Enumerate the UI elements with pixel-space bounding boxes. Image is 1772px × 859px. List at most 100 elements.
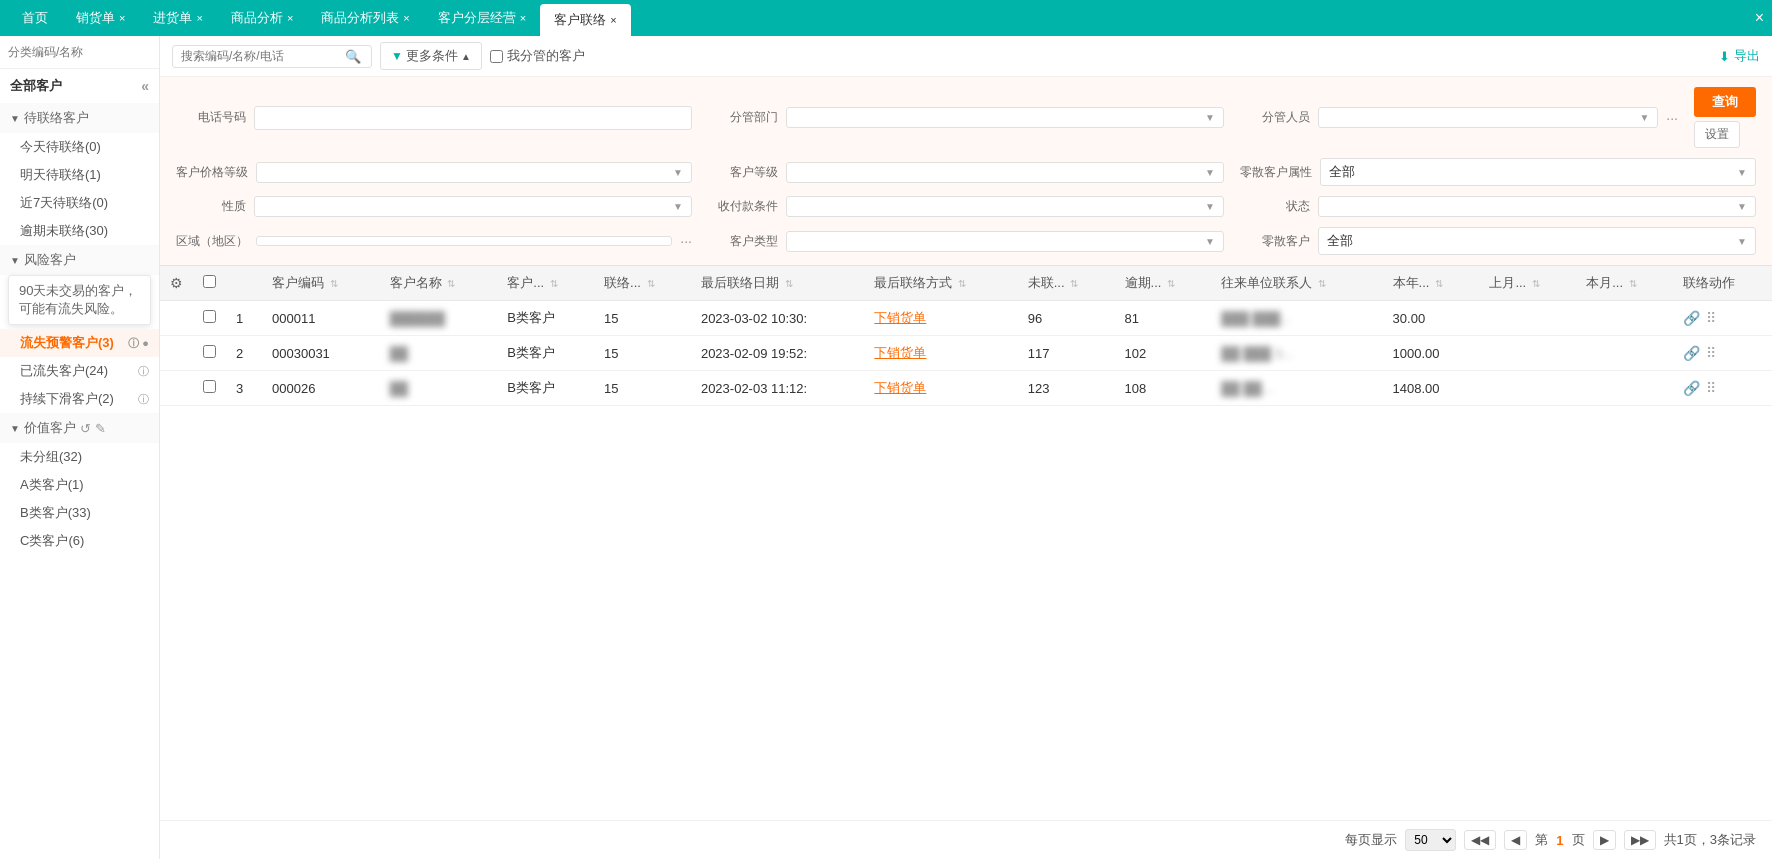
filter-nature-select[interactable]: ▼: [254, 196, 692, 217]
my-customers-checkbox-label[interactable]: 我分管的客户: [490, 47, 585, 65]
col-last-contact-way[interactable]: 最后联络方式 ⇅: [864, 266, 1017, 301]
sidebar-search-area: 🔍: [0, 36, 159, 69]
sidebar-item-b-class[interactable]: B类客户(33): [0, 499, 159, 527]
filter-dept-select[interactable]: ▼: [786, 107, 1224, 128]
query-button[interactable]: 查询: [1694, 87, 1756, 117]
close-sales-tab[interactable]: ×: [119, 12, 125, 24]
nav-analysis[interactable]: 商品分析 ×: [217, 0, 307, 36]
sidebar-all-customers[interactable]: 全部客户 «: [0, 69, 159, 103]
row-menu-icon-2[interactable]: ⠿: [1706, 380, 1716, 396]
row-link-icon-0[interactable]: 🔗: [1683, 310, 1700, 326]
value-refresh-icon[interactable]: ↺: [80, 421, 91, 436]
filter-price-level-select[interactable]: ▼: [256, 162, 692, 183]
row-last-way-1[interactable]: 下销货单: [864, 336, 1017, 371]
col-contact-count[interactable]: 联络... ⇅: [594, 266, 691, 301]
next-page-button[interactable]: ▶: [1593, 830, 1616, 850]
manager-dots[interactable]: ···: [1666, 110, 1678, 126]
nav-home[interactable]: 首页: [8, 0, 62, 36]
filter-row-customer-type: 客户类型 ▼: [708, 227, 1224, 255]
row-checkbox-input-2[interactable]: [203, 380, 216, 393]
row-menu-icon-0[interactable]: ⠿: [1706, 310, 1716, 326]
filter-phone-input[interactable]: [254, 106, 692, 130]
filter-status-select[interactable]: ▼: [1318, 196, 1756, 217]
filter-customer-level-label: 客户等级: [708, 164, 778, 181]
row-checkbox-input-1[interactable]: [203, 345, 216, 358]
nav-sales[interactable]: 销货单 ×: [62, 0, 139, 36]
sidebar-item-declining[interactable]: 持续下滑客户(2) ⓘ: [0, 385, 159, 413]
sidebar-group-value-title[interactable]: ▼ 价值客户 ↺ ✎: [0, 413, 159, 443]
col-last-month[interactable]: 上月... ⇅: [1479, 266, 1576, 301]
select-all-checkbox[interactable]: [203, 275, 216, 288]
sidebar-group-risk-title[interactable]: ▼ 风险客户: [0, 245, 159, 275]
col-no-contact[interactable]: 未联... ⇅: [1018, 266, 1115, 301]
row-link-icon-1[interactable]: 🔗: [1683, 345, 1700, 361]
row-name-0[interactable]: ██████: [380, 301, 498, 336]
sidebar-item-7days[interactable]: 近7天待联络(0): [0, 189, 159, 217]
row-type-0: B类客户: [497, 301, 594, 336]
col-this-year[interactable]: 本年... ⇅: [1383, 266, 1480, 301]
close-analysis-list-tab[interactable]: ×: [403, 12, 409, 24]
filter-bar: 🔍 ▼ 更多条件 ▲ 我分管的客户 ⬇ 导出: [160, 36, 1772, 77]
row-name-2[interactable]: ██: [380, 371, 498, 406]
row-checkbox-input-0[interactable]: [203, 310, 216, 323]
filter-payment-select[interactable]: ▼: [786, 196, 1224, 217]
region-dots[interactable]: ···: [680, 233, 692, 249]
nav-analysis-list[interactable]: 商品分析列表 ×: [307, 0, 423, 36]
page-size-select[interactable]: 50 100: [1405, 829, 1456, 851]
row-name-1[interactable]: ██: [380, 336, 498, 371]
col-customer-code[interactable]: 客户编码 ⇅: [262, 266, 380, 301]
my-customers-checkbox[interactable]: [490, 50, 503, 63]
filter-customer-level-select[interactable]: ▼: [786, 162, 1224, 183]
row-checkbox-2[interactable]: [193, 371, 226, 406]
nav-purchase[interactable]: 进货单 ×: [139, 0, 216, 36]
last-page-button[interactable]: ▶▶: [1624, 830, 1656, 850]
sidebar-group-pending-title[interactable]: ▼ 待联络客户: [0, 103, 159, 133]
row-last-way-0[interactable]: 下销货单: [864, 301, 1017, 336]
table-gear-icon[interactable]: ⚙: [170, 275, 183, 291]
close-customer-contact-tab[interactable]: ×: [610, 14, 616, 26]
prev-page-button[interactable]: ◀: [1504, 830, 1527, 850]
export-button[interactable]: ⬇ 导出: [1719, 47, 1760, 65]
col-customer-type[interactable]: 客户... ⇅: [497, 266, 594, 301]
close-purchase-tab[interactable]: ×: [196, 12, 202, 24]
filter-search-input[interactable]: [181, 49, 341, 63]
close-customer-layer-tab[interactable]: ×: [520, 12, 526, 24]
value-edit-icon[interactable]: ✎: [95, 421, 106, 436]
filter-row-nature: 性质 ▼: [176, 196, 692, 217]
nav-customer-layer[interactable]: 客户分层经营 ×: [424, 0, 540, 36]
sidebar-item-c-class[interactable]: C类客户(6): [0, 527, 159, 555]
sidebar-item-a-class[interactable]: A类客户(1): [0, 471, 159, 499]
row-checkbox-1[interactable]: [193, 336, 226, 371]
close-analysis-tab[interactable]: ×: [287, 12, 293, 24]
sidebar-item-overdue-contact[interactable]: 逾期未联络(30): [0, 217, 159, 245]
sidebar-item-churn-warning[interactable]: 流失预警客户(3) ⓘ ●: [0, 329, 159, 357]
close-all-button[interactable]: ×: [1755, 9, 1764, 27]
filter-retail-attr-select[interactable]: 全部 ▼: [1320, 158, 1756, 186]
more-conditions-button[interactable]: ▼ 更多条件 ▲: [380, 42, 482, 70]
settings-button[interactable]: 设置: [1694, 121, 1740, 148]
col-customer-name[interactable]: 客户名称 ⇅: [380, 266, 498, 301]
filter-customer-type-select[interactable]: ▼: [786, 231, 1224, 252]
filter-search-icon[interactable]: 🔍: [345, 49, 361, 64]
filter-row-price-level: 客户价格等级 ▼: [176, 158, 692, 186]
sidebar-item-tomorrow[interactable]: 明天待联络(1): [0, 161, 159, 189]
col-unit-contact[interactable]: 往来单位联系人 ⇅: [1211, 266, 1382, 301]
nav-customer-contact[interactable]: 客户联络 ×: [540, 4, 630, 36]
col-overdue[interactable]: 逾期... ⇅: [1115, 266, 1212, 301]
sidebar-item-today[interactable]: 今天待联络(0): [0, 133, 159, 161]
sidebar-item-churned[interactable]: 已流失客户(24) ⓘ: [0, 357, 159, 385]
filter-region-select[interactable]: [256, 236, 672, 246]
col-last-contact-date[interactable]: 最后联络日期 ⇅: [691, 266, 864, 301]
row-last-way-2[interactable]: 下销货单: [864, 371, 1017, 406]
row-checkbox-0[interactable]: [193, 301, 226, 336]
col-this-month[interactable]: 本月... ⇅: [1576, 266, 1673, 301]
row-link-icon-2[interactable]: 🔗: [1683, 380, 1700, 396]
filter-retail-customer-select[interactable]: 全部 ▼: [1318, 227, 1756, 255]
sidebar-collapse-icon[interactable]: «: [141, 78, 149, 94]
row-menu-icon-1[interactable]: ⠿: [1706, 345, 1716, 361]
sidebar-item-ungroup[interactable]: 未分组(32): [0, 443, 159, 471]
first-page-button[interactable]: ◀◀: [1464, 830, 1496, 850]
sidebar-search-input[interactable]: [8, 45, 158, 59]
filter-manager-select[interactable]: ▼: [1318, 107, 1658, 128]
declining-icon: ⓘ: [138, 392, 149, 407]
